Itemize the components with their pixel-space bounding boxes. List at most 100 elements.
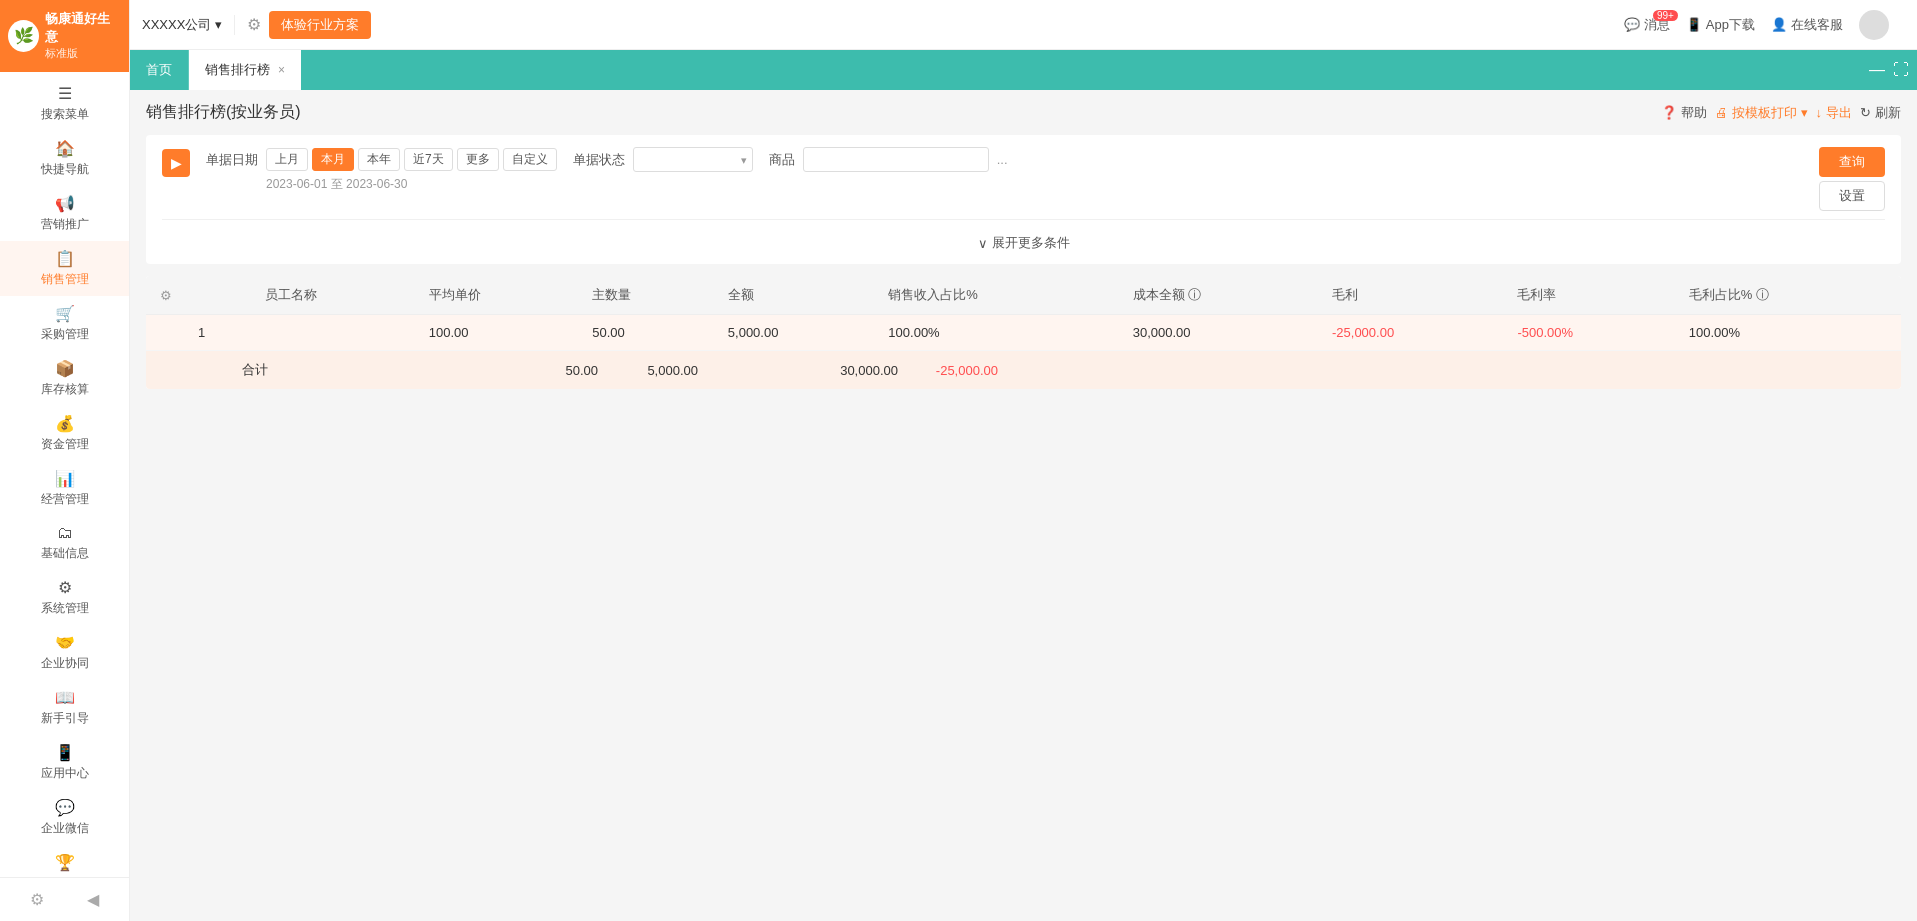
filter-fields: 单据日期 上月 本月 本年 近7天 更多 自定义 (206, 147, 1803, 193)
sidebar-item-search-order[interactable]: ☰ 搜索菜单 (0, 76, 129, 131)
sidebar-item-label: 搜索菜单 (41, 106, 89, 123)
td-gear (146, 315, 186, 351)
sidebar-item-label: 应用中心 (41, 765, 89, 782)
sidebar: 🌿 畅康通好生意 标准版 ☰ 搜索菜单 🏠 快捷导航 📢 营销推广 📋 销售管理… (0, 0, 130, 921)
status-select-wrap (633, 147, 753, 172)
export-icon: ↓ (1816, 105, 1823, 120)
logo-icon: 🌿 (8, 20, 39, 52)
sidebar-item-member[interactable]: 🏆 畅会员 (0, 845, 129, 877)
goods-label: 商品 (769, 151, 795, 169)
table-body: 1 100.00 50.00 5,000.00 100.00% 30,000.0… (146, 315, 1901, 351)
footer-gross: -25,000.00 (898, 363, 998, 378)
filter-toggle-btn[interactable]: ▶ (162, 149, 190, 177)
sidebar-item-label: 企业协同 (41, 655, 89, 672)
print-button[interactable]: 🖨 按模板打印 ▾ (1715, 104, 1808, 122)
company-name: XXXXX公司 (142, 16, 211, 34)
marketing-icon: 📢 (55, 194, 75, 213)
goods-more-btn[interactable]: ... (997, 152, 1008, 167)
th-cost: 成本全额 ⓘ (1121, 276, 1320, 315)
sidebar-item-system[interactable]: ⚙ 系统管理 (0, 570, 129, 625)
tabbar-spacer (301, 50, 1861, 90)
sidebar-item-label: 库存核算 (41, 381, 89, 398)
sidebar-item-label: 企业微信 (41, 820, 89, 837)
page-title: 销售排行榜(按业务员) (146, 102, 301, 123)
minimize-icon[interactable]: — (1869, 61, 1885, 79)
date-range-display: 2023-06-01 至 2023-06-30 (206, 176, 1803, 193)
sidebar-item-weixin[interactable]: 💬 企业微信 (0, 790, 129, 845)
date-btn-7days[interactable]: 近7天 (404, 148, 453, 171)
sidebar-item-label: 快捷导航 (41, 161, 89, 178)
export-button[interactable]: ↓ 导出 (1816, 104, 1853, 122)
page-content: 销售排行榜(按业务员) ❓ 帮助 🖨 按模板打印 ▾ ↓ 导出 ↻ 刷新 (130, 90, 1917, 921)
status-label: 单据状态 (573, 151, 625, 169)
operation-icon: 📊 (55, 469, 75, 488)
th-gross-rate: 毛利率 (1505, 276, 1676, 315)
td-rank: 1 (186, 315, 253, 351)
topbar: XXXXX公司 ▾ ⚙ 体验行业方案 💬 消息 99+ 📱 App下载 👤 在线… (130, 0, 1917, 50)
sidebar-collapse-btn[interactable]: ◀ (83, 886, 103, 913)
online-service-button[interactable]: 👤 在线客服 (1771, 16, 1843, 34)
date-btn-last-month[interactable]: 上月 (266, 148, 308, 171)
maximize-icon[interactable]: ⛶ (1893, 61, 1909, 79)
app-center-icon: 📱 (55, 743, 75, 762)
refresh-button[interactable]: ↻ 刷新 (1860, 104, 1901, 122)
table-wrap: ⚙ 员工名称 平均单价 主数量 全额 销售收入占比% 成本全额 ⓘ 毛利 毛利率… (146, 276, 1901, 389)
sidebar-item-operation[interactable]: 📊 经营管理 (0, 461, 129, 516)
expand-icon: ∨ (978, 236, 988, 251)
sidebar-item-label: 采购管理 (41, 326, 89, 343)
settings-button[interactable]: 设置 (1819, 181, 1885, 211)
sidebar-item-purchase[interactable]: 🛒 采购管理 (0, 296, 129, 351)
sidebar-item-label: 营销推广 (41, 216, 89, 233)
status-select[interactable] (633, 147, 753, 172)
app-download-button[interactable]: 📱 App下载 (1686, 16, 1755, 34)
sidebar-item-basic[interactable]: 🗂 基础信息 (0, 516, 129, 570)
status-filter: 单据状态 (573, 147, 753, 172)
help-button[interactable]: ❓ 帮助 (1661, 104, 1707, 122)
sidebar-item-sales[interactable]: 📋 销售管理 (0, 241, 129, 296)
guide-icon: 📖 (55, 688, 75, 707)
filter-actions: 查询 设置 (1819, 147, 1885, 211)
td-name (253, 315, 417, 351)
sidebar-item-marketing[interactable]: 📢 营销推广 (0, 186, 129, 241)
tabbar: 首页 销售排行榜 × — ⛶ (130, 50, 1917, 90)
topbar-right: 💬 消息 99+ 📱 App下载 👤 在线客服 (1624, 10, 1905, 40)
date-btn-this-year[interactable]: 本年 (358, 148, 400, 171)
expand-more-btn[interactable]: ∨ 展开更多条件 (978, 234, 1070, 252)
sidebar-item-inventory[interactable]: 📦 库存核算 (0, 351, 129, 406)
topbar-divider (234, 15, 235, 35)
sidebar-item-app-center[interactable]: 📱 应用中心 (0, 735, 129, 790)
sidebar-item-quick-nav[interactable]: 🏠 快捷导航 (0, 131, 129, 186)
weixin-icon: 💬 (55, 798, 75, 817)
logo-sub: 标准版 (45, 46, 121, 61)
tab-label: 销售排行榜 (205, 61, 270, 79)
th-name: 员工名称 (253, 276, 417, 315)
sidebar-settings-btn[interactable]: ⚙ (26, 886, 48, 913)
date-btn-custom[interactable]: 自定义 (503, 148, 557, 171)
trial-button[interactable]: 体验行业方案 (269, 11, 371, 39)
sidebar-item-finance[interactable]: 💰 资金管理 (0, 406, 129, 461)
sidebar-item-collab[interactable]: 🤝 企业协同 (0, 625, 129, 680)
tab-close-icon[interactable]: × (278, 63, 285, 77)
inventory-icon: 📦 (55, 359, 75, 378)
avatar[interactable] (1859, 10, 1889, 40)
date-btn-this-month[interactable]: 本月 (312, 148, 354, 171)
tabbar-actions: — ⛶ (1861, 50, 1917, 90)
settings-icon[interactable]: ⚙ (247, 15, 261, 34)
message-button[interactable]: 💬 消息 99+ (1624, 16, 1670, 34)
sidebar-item-label: 资金管理 (41, 436, 89, 453)
td-gross: -25,000.00 (1320, 315, 1505, 351)
gear-icon[interactable]: ⚙ (160, 288, 172, 303)
tab-sales-ranking[interactable]: 销售排行榜 × (189, 50, 301, 90)
query-button[interactable]: 查询 (1819, 147, 1885, 177)
tab-home[interactable]: 首页 (130, 50, 189, 90)
table-footer: 合计 50.00 5,000.00 30,000.00 -25,000.00 (146, 351, 1901, 389)
date-btn-more[interactable]: 更多 (457, 148, 499, 171)
table-header-row: ⚙ 员工名称 平均单价 主数量 全额 销售收入占比% 成本全额 ⓘ 毛利 毛利率… (146, 276, 1901, 315)
td-amount: 5,000.00 (716, 315, 877, 351)
service-label: 在线客服 (1791, 16, 1843, 34)
sidebar-item-label: 系统管理 (41, 600, 89, 617)
sidebar-item-guide[interactable]: 📖 新手引导 (0, 680, 129, 735)
company-selector[interactable]: XXXXX公司 ▾ (142, 16, 222, 34)
goods-input[interactable] (803, 147, 989, 172)
footer-qty: 50.00 (518, 363, 598, 378)
